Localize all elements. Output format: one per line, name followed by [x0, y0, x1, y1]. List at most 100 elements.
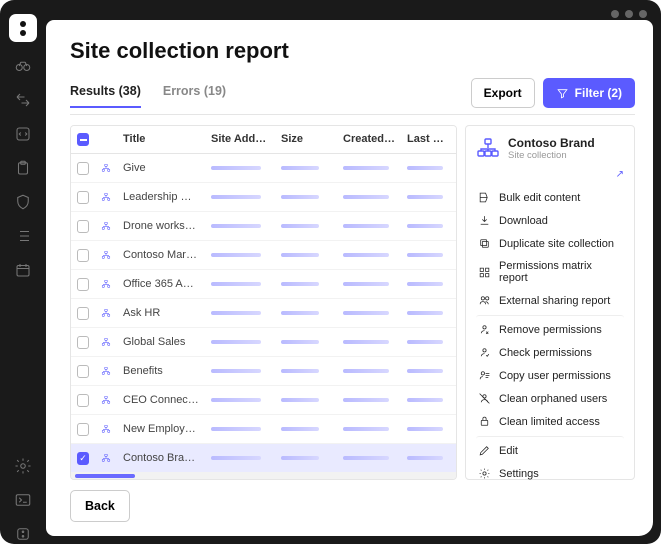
row-address	[205, 188, 275, 206]
export-button[interactable]: Export	[471, 78, 535, 108]
details-panel: Contoso Brand Site collection ↗ Bulk edi…	[465, 125, 635, 480]
row-modified	[401, 159, 451, 177]
row-modified	[401, 420, 451, 438]
row-title: Contoso Bra…	[117, 445, 205, 471]
gear-icon[interactable]	[13, 456, 33, 476]
site-icon	[95, 444, 117, 472]
action-duplicate[interactable]: Duplicate site collection	[476, 232, 624, 255]
action-download[interactable]: Download	[476, 209, 624, 232]
binoculars-icon[interactable]	[13, 56, 33, 76]
more-icon[interactable]	[13, 524, 33, 544]
row-size	[275, 420, 337, 438]
page-title: Site collection report	[70, 38, 635, 64]
table-row[interactable]: New Employ…	[71, 415, 456, 444]
header-size[interactable]: Size	[275, 126, 337, 153]
table-row[interactable]: CEO Connec…	[71, 386, 456, 415]
table-row[interactable]: Drone works…	[71, 212, 456, 241]
list-icon[interactable]	[13, 226, 33, 246]
table-row[interactable]: Global Sales	[71, 328, 456, 357]
calendar-icon[interactable]	[13, 260, 33, 280]
row-checkbox[interactable]	[71, 329, 95, 356]
action-clean-orphaned[interactable]: Clean orphaned users	[476, 387, 624, 410]
row-checkbox[interactable]	[71, 300, 95, 327]
table-row[interactable]: Ask HR	[71, 299, 456, 328]
clipboard-icon[interactable]	[13, 158, 33, 178]
row-size	[275, 391, 337, 409]
row-checkbox[interactable]	[71, 387, 95, 414]
row-modified	[401, 217, 451, 235]
row-checkbox[interactable]	[71, 416, 95, 443]
row-modified	[401, 391, 451, 409]
terminal-icon[interactable]	[13, 490, 33, 510]
window-controls	[611, 10, 647, 18]
row-title: Contoso Mar…	[117, 242, 205, 268]
table-row[interactable]: Contoso Mar…	[71, 241, 456, 270]
table-header: Title Site Address Size Created Date Las…	[71, 126, 456, 154]
back-button[interactable]: Back	[70, 490, 130, 522]
filter-icon	[556, 87, 569, 100]
row-checkbox[interactable]	[71, 271, 95, 298]
action-check-permissions[interactable]: Check permissions	[476, 341, 624, 364]
header-modified[interactable]: Last modified	[401, 126, 451, 153]
transfer-icon[interactable]	[13, 124, 33, 144]
panel-header: Contoso Brand Site collection	[476, 136, 624, 163]
filter-label: Filter (2)	[575, 86, 622, 100]
row-address	[205, 275, 275, 293]
action-edit[interactable]: Edit	[476, 436, 624, 462]
header-title[interactable]: Title	[117, 126, 205, 153]
row-size	[275, 159, 337, 177]
row-created	[337, 449, 401, 467]
header-address[interactable]: Site Address	[205, 126, 275, 153]
site-icon	[95, 299, 117, 327]
site-icon	[95, 212, 117, 240]
panel-title: Contoso Brand	[508, 136, 595, 150]
table-row[interactable]: Office 365 A…	[71, 270, 456, 299]
row-title: Leadership C…	[117, 184, 205, 210]
top-actions: Export Filter (2)	[471, 78, 635, 108]
row-checkbox[interactable]	[71, 445, 95, 472]
header-created[interactable]: Created Date	[337, 126, 401, 153]
filter-button[interactable]: Filter (2)	[543, 78, 635, 108]
row-modified	[401, 188, 451, 206]
row-title: Global Sales	[117, 329, 205, 355]
row-checkbox[interactable]	[71, 184, 95, 211]
site-icon	[95, 241, 117, 269]
tab-results[interactable]: Results (38)	[70, 84, 141, 108]
action-copy-permissions[interactable]: Copy user permissions	[476, 364, 624, 387]
row-address	[205, 217, 275, 235]
horizontal-scrollbar[interactable]	[71, 473, 456, 479]
action-external-sharing[interactable]: External sharing report	[476, 289, 624, 312]
action-permissions-matrix[interactable]: Permissions matrix report	[476, 255, 624, 289]
header-checkbox[interactable]	[71, 126, 95, 153]
app-logo[interactable]	[9, 14, 37, 42]
table-body[interactable]: GiveLeadership C… Drone works… Contoso Mar…	[71, 154, 456, 473]
row-checkbox[interactable]	[71, 358, 95, 385]
table-row[interactable]: Contoso Bra…	[71, 444, 456, 473]
table-row[interactable]: Benefits	[71, 357, 456, 386]
row-modified	[401, 304, 451, 322]
action-clean-limited[interactable]: Clean limited access	[476, 410, 624, 433]
sidebar	[0, 0, 46, 544]
content: Site collection report Results (38) Erro…	[46, 20, 653, 536]
topbar: Results (38) Errors (19) Export Filter (…	[70, 78, 635, 115]
site-icon	[95, 154, 117, 182]
row-modified	[401, 449, 451, 467]
row-checkbox[interactable]	[71, 213, 95, 240]
action-remove-permissions[interactable]: Remove permissions	[476, 315, 624, 341]
table-row[interactable]: Give	[71, 154, 456, 183]
compare-icon[interactable]	[13, 90, 33, 110]
results-table: Title Site Address Size Created Date Las…	[70, 125, 457, 480]
row-checkbox[interactable]	[71, 155, 95, 182]
table-row[interactable]: Leadership C…	[71, 183, 456, 212]
row-checkbox[interactable]	[71, 242, 95, 269]
row-address	[205, 420, 275, 438]
action-settings[interactable]: Settings	[476, 462, 624, 480]
open-external-icon[interactable]: ↗	[616, 169, 624, 180]
panel-subtitle: Site collection	[508, 150, 595, 161]
tab-errors[interactable]: Errors (19)	[163, 84, 226, 108]
shield-icon[interactable]	[13, 192, 33, 212]
row-modified	[401, 362, 451, 380]
action-bulk-edit[interactable]: Bulk edit content	[476, 186, 624, 209]
row-size	[275, 304, 337, 322]
row-title: Drone works…	[117, 213, 205, 239]
